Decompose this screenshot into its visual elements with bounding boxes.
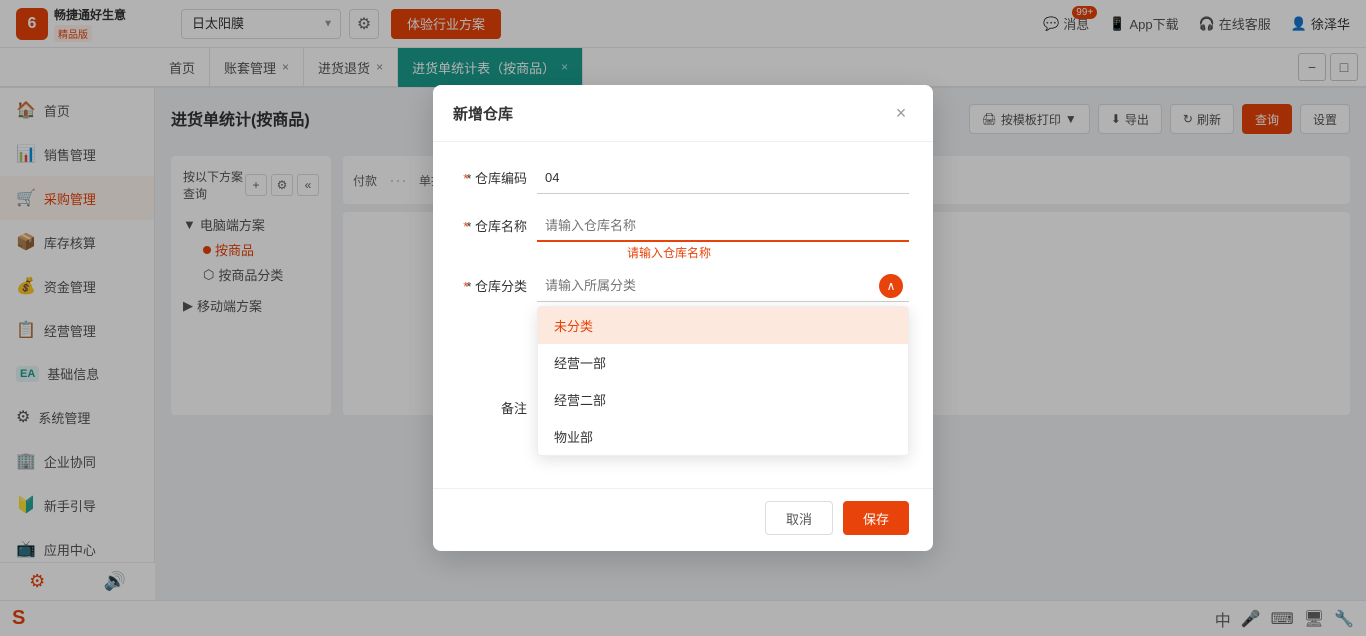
warehouse-code-input[interactable] <box>537 162 909 194</box>
dropdown-item-dept2[interactable]: 经营二部 <box>538 381 908 418</box>
warehouse-note-label: 备注 <box>457 392 537 417</box>
warehouse-category-wrapper: ∧ 未分类 经营一部 经营二部 物业部 <box>537 270 909 302</box>
modal-overlay[interactable]: 新增仓库 × ** 仓库编码 ** 仓库名称 请输入仓库名称 <box>0 0 1366 636</box>
category-arrow-button[interactable]: ∧ <box>879 274 903 298</box>
modal-title: 新增仓库 <box>453 103 513 124</box>
warehouse-name-error: 请输入仓库名称 <box>627 244 711 261</box>
warehouse-code-row: ** 仓库编码 <box>457 162 909 194</box>
warehouse-category-input[interactable] <box>537 270 909 302</box>
dropdown-item-uncategorized[interactable]: 未分类 <box>538 307 908 344</box>
warehouse-name-input[interactable] <box>537 210 909 242</box>
modal-close-button[interactable]: × <box>889 101 913 125</box>
category-dropdown: 未分类 经营一部 经营二部 物业部 <box>537 306 909 456</box>
warehouse-name-label: ** 仓库名称 <box>457 210 537 235</box>
modal-footer: 取消 保存 <box>433 488 933 551</box>
new-warehouse-modal: 新增仓库 × ** 仓库编码 ** 仓库名称 请输入仓库名称 <box>433 85 933 551</box>
modal-body: ** 仓库编码 ** 仓库名称 请输入仓库名称 ** 仓库分类 <box>433 142 933 488</box>
modal-header: 新增仓库 × <box>433 85 933 142</box>
dropdown-item-dept1[interactable]: 经营一部 <box>538 344 908 381</box>
dropdown-item-property[interactable]: 物业部 <box>538 418 908 455</box>
warehouse-name-row: ** 仓库名称 请输入仓库名称 <box>457 210 909 242</box>
cancel-button[interactable]: 取消 <box>765 501 833 535</box>
warehouse-category-row: ** 仓库分类 ∧ 未分类 经营一部 经营二部 物业部 <box>457 270 909 302</box>
warehouse-code-label: ** 仓库编码 <box>457 162 537 187</box>
save-button[interactable]: 保存 <box>843 501 909 535</box>
warehouse-category-label: ** 仓库分类 <box>457 270 537 295</box>
